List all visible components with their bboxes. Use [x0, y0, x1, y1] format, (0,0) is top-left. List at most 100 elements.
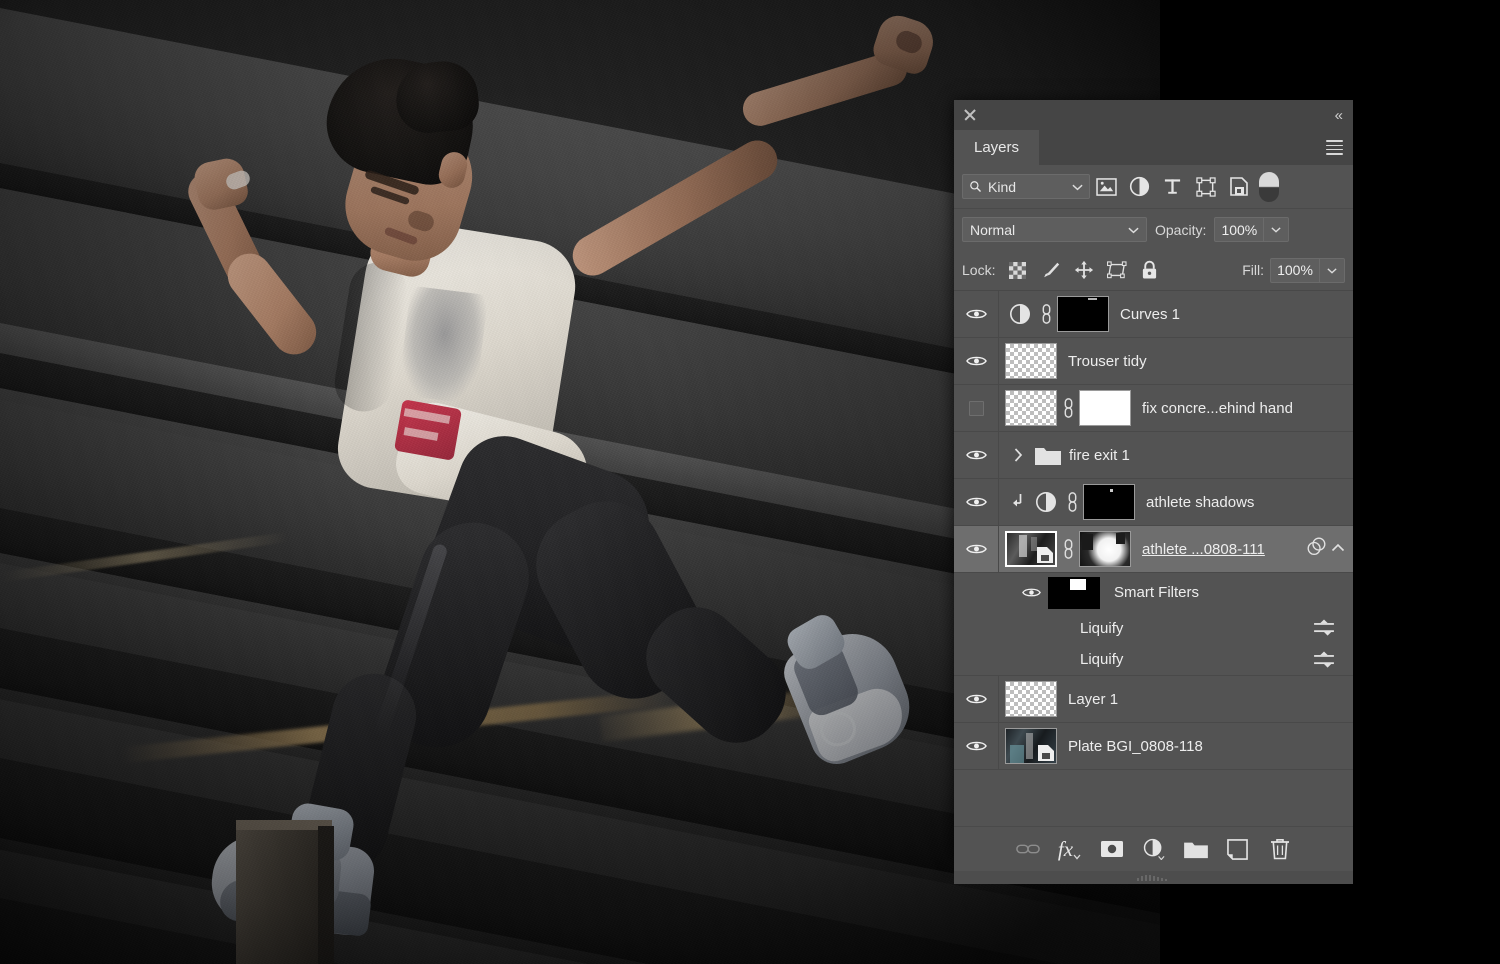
table-row[interactable]: fix concre...ehind hand	[954, 385, 1353, 432]
layer-visibility-toggle[interactable]	[954, 526, 999, 572]
tab-layers[interactable]: Layers	[954, 130, 1040, 165]
folder-icon	[1183, 842, 1208, 858]
blend-mode-select[interactable]: Normal	[962, 217, 1147, 242]
layer-mask-thumbnail[interactable]	[1057, 296, 1109, 332]
tab-row-filler	[1039, 130, 1315, 165]
layer-visibility-toggle[interactable]	[954, 338, 999, 384]
chain-link-icon	[1015, 844, 1040, 854]
panel-menu-icon[interactable]	[1315, 130, 1353, 165]
table-row[interactable]: Layer 1	[954, 676, 1353, 723]
layer-thumbnail[interactable]	[1005, 681, 1057, 717]
layer-thumbnail[interactable]	[1005, 728, 1057, 764]
layer-thumbnail[interactable]	[1005, 343, 1057, 379]
smart-filter-row[interactable]: Liquify	[954, 612, 1353, 644]
collapse-double-chevron-icon[interactable]: «	[1335, 107, 1343, 124]
link-mask-icon[interactable]	[1035, 304, 1057, 324]
lock-position[interactable]	[1067, 256, 1100, 284]
trash-icon	[1270, 839, 1289, 860]
layer-visibility-toggle[interactable]	[954, 676, 999, 722]
eye-icon	[965, 694, 987, 704]
layer-mask-thumbnail[interactable]	[1079, 531, 1131, 567]
lock-image-pixels[interactable]	[1034, 256, 1067, 284]
layer-visibility-toggle[interactable]	[954, 291, 999, 337]
artboard-icon	[1106, 261, 1127, 279]
table-row[interactable]: athlete shadows	[954, 479, 1353, 526]
new-group-button[interactable]	[1179, 834, 1212, 864]
link-mask-icon[interactable]	[1061, 492, 1083, 512]
layer-thumbnail[interactable]	[1005, 390, 1057, 426]
blending-options-icon[interactable]	[1313, 650, 1353, 669]
layer-name[interactable]: athlete shadows	[1146, 494, 1254, 511]
table-row[interactable]: Plate BGI_0808-118	[954, 723, 1353, 770]
filter-pixel-layers[interactable]	[1090, 172, 1123, 202]
smart-filter-name[interactable]: Liquify	[1080, 651, 1123, 668]
filter-kind-select[interactable]: Kind	[962, 174, 1090, 199]
resize-grip-icon[interactable]	[1136, 874, 1171, 881]
layer-name[interactable]: athlete ...0808-111	[1142, 541, 1265, 558]
eye-icon	[965, 356, 987, 366]
layer-name[interactable]: Layer 1	[1068, 691, 1118, 708]
blending-options-icon[interactable]	[1313, 619, 1353, 637]
layer-list[interactable]: Curves 1 Trouser tidy fix concre...ehind…	[954, 291, 1353, 826]
layer-name[interactable]: Plate BGI_0808-118	[1068, 738, 1203, 755]
layer-name[interactable]: Trouser tidy	[1068, 353, 1147, 370]
fill-stepper[interactable]	[1320, 257, 1345, 283]
new-adjustment-layer-button[interactable]	[1137, 834, 1170, 864]
link-mask-icon[interactable]	[1057, 539, 1079, 559]
table-row[interactable]: athlete ...0808-111	[954, 526, 1353, 573]
layer-name[interactable]: Curves 1	[1120, 306, 1180, 323]
chevron-down-icon	[1128, 227, 1139, 233]
new-layer-button[interactable]	[1221, 834, 1254, 864]
eye-icon	[965, 309, 987, 319]
layer-style-button[interactable]: fx	[1053, 834, 1086, 864]
filter-type-layers[interactable]	[1156, 172, 1189, 202]
table-row[interactable]: Trouser tidy	[954, 338, 1353, 385]
layer-list-empty-area[interactable]	[954, 770, 1353, 826]
layer-visibility-toggle[interactable]	[954, 432, 999, 478]
opacity-stepper[interactable]	[1264, 217, 1290, 242]
delete-layer-button[interactable]	[1263, 834, 1296, 864]
layers-panel[interactable]: « Layers Kind Normal Opacity: 100% Lock:…	[954, 100, 1353, 884]
layer-visibility-toggle[interactable]	[954, 723, 999, 769]
link-mask-icon[interactable]	[1057, 398, 1079, 418]
smart-filter-name[interactable]: Liquify	[1080, 620, 1123, 637]
filter-adjustment-layers[interactable]	[1123, 172, 1156, 202]
panel-resize-footer[interactable]	[954, 871, 1353, 884]
chevron-up-icon[interactable]	[1331, 540, 1345, 558]
fill-input[interactable]: 100%	[1270, 257, 1320, 283]
layer-name[interactable]: fire exit 1	[1069, 447, 1130, 464]
add-layer-mask-button[interactable]	[1095, 834, 1128, 864]
table-row[interactable]: Curves 1	[954, 291, 1353, 338]
layer-mask-thumbnail[interactable]	[1079, 390, 1131, 426]
smart-filters-effects-icon[interactable]	[1306, 536, 1327, 562]
layer-visibility-toggle[interactable]	[954, 385, 999, 431]
link-layers-button[interactable]	[1011, 834, 1044, 864]
smart-filters-header-row[interactable]: Smart Filters	[954, 573, 1353, 612]
layer-mask-thumbnail[interactable]	[1083, 484, 1135, 520]
opacity-input[interactable]: 100%	[1214, 217, 1265, 242]
fill-label: Fill:	[1242, 262, 1264, 278]
chevron-right-icon[interactable]	[1005, 448, 1031, 462]
new-layer-icon	[1227, 838, 1248, 860]
opacity-label: Opacity:	[1155, 221, 1207, 238]
panel-title-bar: «	[954, 100, 1353, 130]
filter-shape-layers[interactable]	[1189, 172, 1222, 202]
lock-artboard-nesting[interactable]	[1100, 256, 1133, 284]
filter-smart-objects[interactable]	[1222, 172, 1255, 202]
layer-visibility-toggle[interactable]	[954, 479, 999, 525]
photoshop-window: « Layers Kind Normal Opacity: 100% Lock:…	[0, 0, 1500, 964]
smart-filters-visibility-toggle[interactable]	[1014, 586, 1048, 599]
layer-thumbnail[interactable]	[1005, 531, 1057, 567]
lock-transparent-pixels[interactable]	[1001, 256, 1034, 284]
clipping-mask-arrow-icon	[1005, 493, 1031, 511]
filter-enable-toggle[interactable]	[1259, 171, 1279, 202]
lock-label: Lock:	[962, 262, 996, 278]
paintbrush-icon	[1044, 262, 1060, 278]
smart-filter-mask-thumbnail[interactable]	[1048, 576, 1100, 609]
layer-name[interactable]: fix concre...ehind hand	[1142, 400, 1293, 417]
table-row[interactable]: fire exit 1	[954, 432, 1353, 479]
smart-filter-row[interactable]: Liquify	[954, 644, 1353, 676]
filter-kind-label: Kind	[988, 178, 1017, 195]
close-icon[interactable]	[962, 107, 978, 123]
lock-all[interactable]	[1133, 256, 1166, 284]
